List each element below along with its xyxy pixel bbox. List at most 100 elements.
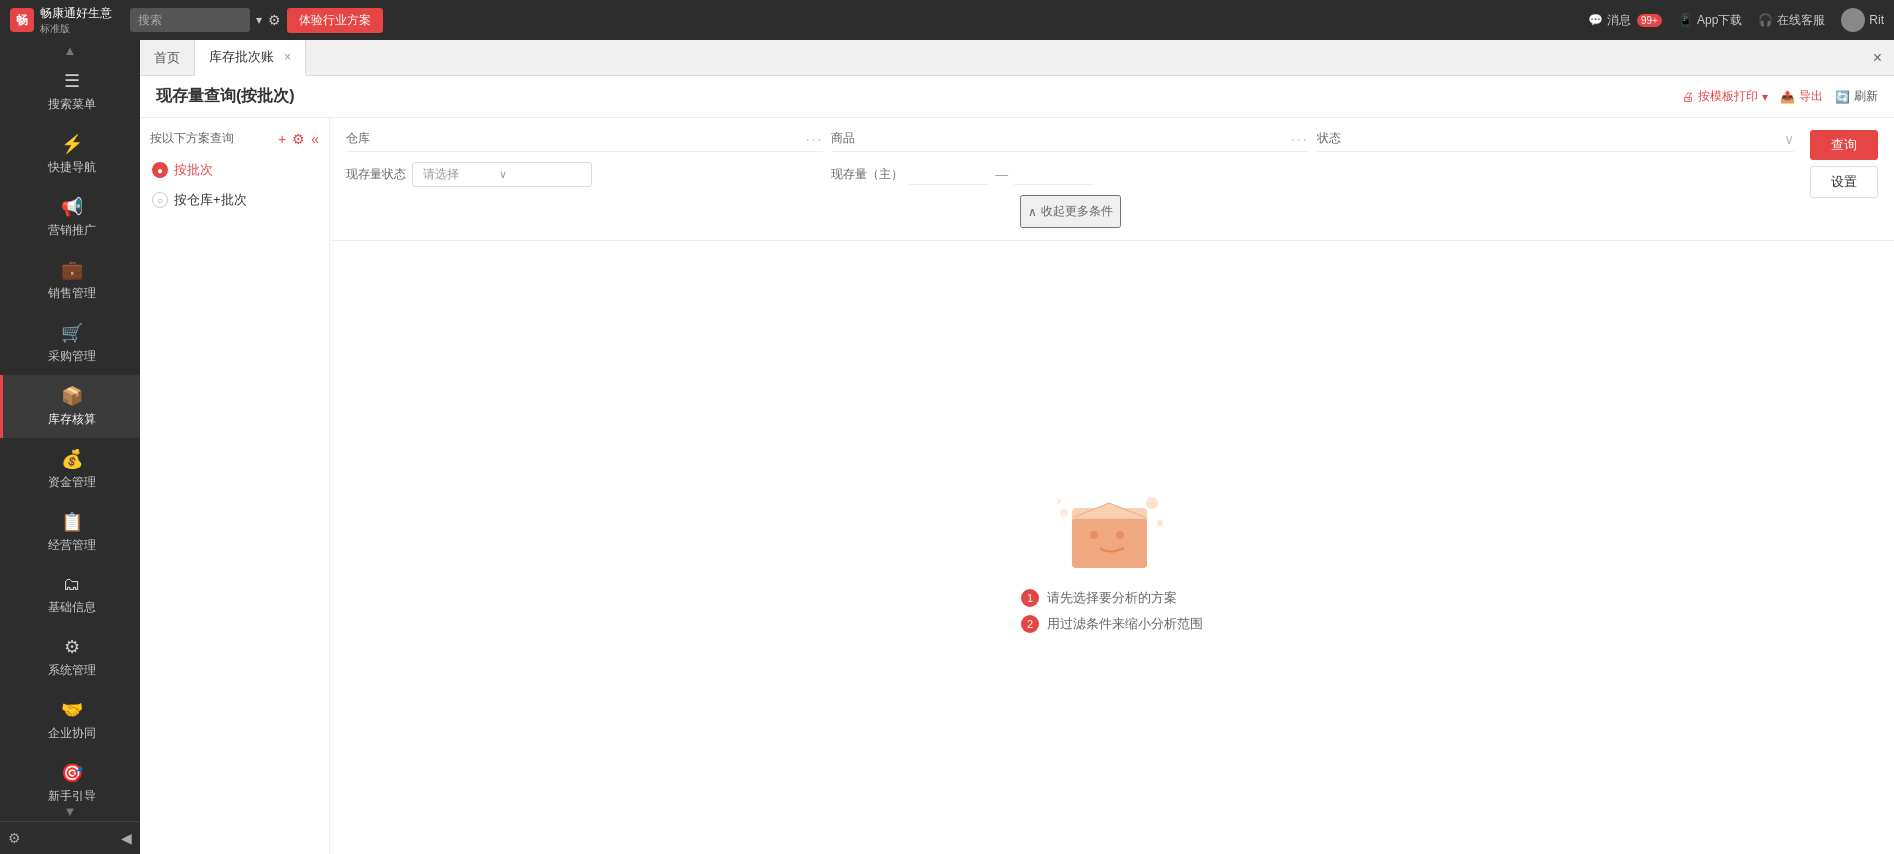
inventory-qty-to-input[interactable] [1014, 164, 1094, 185]
page-header: 现存量查询(按批次) 🖨 按模板打印 ▾ 📤 导出 🔄 刷新 [140, 76, 1894, 118]
inventory-status-label: 现存量状态 [346, 166, 406, 183]
refresh-button[interactable]: 🔄 刷新 [1835, 88, 1878, 105]
sidebar-label-purchase: 采购管理 [48, 348, 96, 365]
tab-batch-account-close[interactable]: × [284, 50, 291, 64]
warehouse-batch-label: 按仓库+批次 [174, 191, 247, 209]
warehouse-more-icon[interactable]: ··· [806, 131, 824, 147]
logo-area: 畅 畅康通好生意 标准版 [10, 5, 112, 36]
panel-close-button[interactable]: × [1869, 45, 1886, 71]
sidebar-label-operations: 经营管理 [48, 537, 96, 554]
warehouse-label: 仓库 [346, 130, 370, 147]
logo-icon: 畅 [10, 8, 34, 32]
tab-bar: 首页 库存批次账 × × [140, 40, 1894, 76]
sidebar-item-basic-info[interactable]: 🗂 基础信息 [0, 564, 140, 626]
refresh-label: 刷新 [1854, 88, 1878, 105]
panel-settings-icon[interactable]: ⚙ [292, 131, 305, 147]
filter-row-1-container: 仓库 ··· 商品 ··· [346, 130, 1878, 228]
marketing-icon: 📢 [61, 196, 83, 218]
header-left: 畅 畅康通好生意 标准版 搜索 ▾ ⚙ 体验行业方案 [10, 5, 383, 36]
tip-1-num: 1 [1021, 589, 1039, 607]
user-name: Rit [1869, 13, 1884, 27]
svg-point-2 [1090, 531, 1098, 539]
trial-button[interactable]: 体验行业方案 [287, 8, 383, 33]
sidebar-label-inventory: 库存核算 [48, 411, 96, 428]
filter-top-row: 仓库 ··· 商品 ··· [346, 130, 1794, 152]
sidebar-settings-button[interactable]: ⚙ [8, 830, 21, 846]
export-button[interactable]: 📤 导出 [1780, 88, 1823, 105]
online-service-label: 在线客服 [1777, 12, 1825, 29]
panel-add-icon[interactable]: + [278, 131, 286, 147]
svg-rect-1 [1072, 518, 1147, 568]
logo-text: 畅康通好生意 [40, 5, 112, 22]
empty-illustration [1052, 463, 1172, 573]
sidebar-scroll-down[interactable]: ▼ [0, 801, 140, 821]
header-right: 💬 消息 99+ 📱 App下载 🎧 在线客服 Rit [1588, 8, 1884, 32]
inventory-icon: 📦 [61, 385, 83, 407]
panel-header-label: 按以下方案查询 [150, 130, 234, 147]
sidebar-collapse-button[interactable]: ◀ [121, 830, 132, 846]
export-label: 导出 [1799, 88, 1823, 105]
search-placeholder: 搜索 [138, 12, 162, 29]
content-area: 首页 库存批次账 × × 现存量查询(按批次) 🖨 按模板打印 ▾ [140, 40, 1894, 854]
sidebar-scroll-area: ☰ 搜索菜单 ⚡ 快捷导航 📢 营销推广 💼 销售管理 🛒 采购管理 📦 库 [0, 60, 140, 801]
action-buttons-column: 查询 设置 [1810, 130, 1878, 198]
tip-1-text: 请先选择要分析的方案 [1047, 589, 1177, 607]
query-button[interactable]: 查询 [1810, 130, 1878, 160]
finance-icon: 💰 [61, 448, 83, 470]
sidebar-item-operations[interactable]: 📋 经营管理 [0, 501, 140, 564]
purchase-icon: 🛒 [61, 322, 83, 344]
empty-tip-1: 1 请先选择要分析的方案 [1021, 589, 1203, 607]
app-download-action[interactable]: 📱 App下载 [1678, 12, 1742, 29]
print-template-button[interactable]: 🖨 按模板打印 ▾ [1682, 88, 1768, 105]
sidebar-label-marketing: 营销推广 [48, 222, 96, 239]
tab-home-label: 首页 [154, 49, 180, 67]
sidebar-item-purchase[interactable]: 🛒 采购管理 [0, 312, 140, 375]
panel-collapse-icon[interactable]: « [311, 131, 319, 147]
inventory-status-group: 现存量状态 请选择 ∨ [346, 162, 823, 187]
print-template-label: 按模板打印 [1698, 88, 1758, 105]
panel-header: 按以下方案查询 + ⚙ « [140, 126, 329, 155]
sidebar-item-system[interactable]: ⚙ 系统管理 [0, 626, 140, 689]
panel-item-batch[interactable]: ● 按批次 [140, 155, 329, 185]
tip-2-text: 用过滤条件来缩小分析范围 [1047, 615, 1203, 633]
sidebar-item-quick-nav[interactable]: ⚡ 快捷导航 [0, 123, 140, 186]
svg-point-5 [1146, 497, 1158, 509]
sidebar-item-enterprise-collab[interactable]: 🤝 企业协同 [0, 689, 140, 752]
product-more-icon[interactable]: ··· [1291, 131, 1309, 147]
product-filter-group: 商品 ··· [831, 130, 1308, 152]
sidebar-scroll-up[interactable]: ▲ [0, 40, 140, 60]
settings-button[interactable]: 设置 [1810, 166, 1878, 198]
messages-action[interactable]: 💬 消息 99+ [1588, 12, 1662, 29]
right-panel: 仓库 ··· 商品 ··· [330, 118, 1894, 854]
sidebar-item-sales[interactable]: 💼 销售管理 [0, 249, 140, 312]
operations-icon: 📋 [61, 511, 83, 533]
header-gear-button[interactable]: ⚙ [268, 12, 281, 28]
sidebar-item-search-menu[interactable]: ☰ 搜索菜单 [0, 60, 140, 123]
empty-svg [1052, 463, 1172, 573]
header-dropdown-button[interactable]: ▾ [256, 13, 262, 27]
inventory-status-placeholder: 请选择 [423, 166, 459, 183]
inventory-qty-from-input[interactable] [909, 164, 989, 185]
user-area[interactable]: Rit [1841, 8, 1884, 32]
logo-sub: 标准版 [40, 22, 112, 36]
status-arrow-icon[interactable]: ∨ [1784, 131, 1794, 147]
collapse-button[interactable]: ∧ 收起更多条件 [1020, 195, 1121, 228]
svg-point-3 [1116, 531, 1124, 539]
sidebar-item-inventory[interactable]: 📦 库存核算 [0, 375, 140, 438]
headset-icon: 🎧 [1758, 13, 1773, 27]
top-header: 畅 畅康通好生意 标准版 搜索 ▾ ⚙ 体验行业方案 💬 消息 99+ 📱 Ap… [0, 0, 1894, 40]
page-actions: 🖨 按模板打印 ▾ 📤 导出 🔄 刷新 [1682, 88, 1878, 105]
sidebar-bottom: ⚙ ◀ [0, 821, 140, 854]
collapse-up-icon: ∧ [1028, 205, 1037, 219]
collapse-row: ∧ 收起更多条件 [346, 195, 1794, 228]
panel-item-warehouse-batch[interactable]: ○ 按仓库+批次 [140, 185, 329, 215]
page-title: 现存量查询(按批次) [156, 86, 295, 107]
warehouse-batch-dot: ○ [152, 192, 168, 208]
sidebar-item-marketing[interactable]: 📢 营销推广 [0, 186, 140, 249]
tab-batch-account[interactable]: 库存批次账 × [195, 40, 306, 76]
inventory-status-select[interactable]: 请选择 ∨ [412, 162, 592, 187]
online-service-action[interactable]: 🎧 在线客服 [1758, 12, 1825, 29]
sidebar-item-new-user[interactable]: 🎯 新手引导 [0, 752, 140, 801]
sidebar-item-finance[interactable]: 💰 资金管理 [0, 438, 140, 501]
tab-home[interactable]: 首页 [140, 40, 195, 76]
